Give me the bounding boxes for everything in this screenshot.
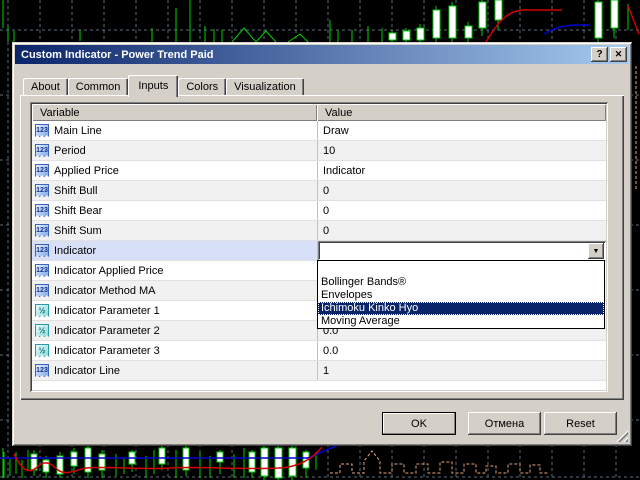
custom-indicator-dialog: Custom Indicator - Power Trend Paid ? ✕ … [12,42,632,446]
variable-label: Shift Sum [54,224,102,237]
table-row[interactable]: 123 Main Line Draw [32,121,606,141]
int-type-icon: 123 [35,264,49,277]
inputs-tab-panel: Variable Value 123 Main Line Draw 123 Peri… [20,95,624,400]
variable-label: Main Line [54,124,102,137]
variable-label: Indicator Line [54,364,121,377]
table-row[interactable]: 123 Applied Price Indicator [32,161,606,181]
dropdown-option-empty[interactable] [318,263,604,276]
titlebar[interactable]: Custom Indicator - Power Trend Paid ? ✕ [15,45,629,64]
indicator-dropdown-list: Bollinger Bands® Envelopes Ichimoku Kink… [317,260,605,329]
inputs-table: Variable Value 123 Main Line Draw 123 Peri… [30,102,608,392]
variable-label: Indicator Parameter 1 [54,304,160,317]
ok-button[interactable]: OK [382,412,456,435]
value-cell[interactable]: Indicator [317,161,606,180]
int-type-icon: 123 [35,184,49,197]
tab-inputs[interactable]: Inputs [128,75,179,97]
int-type-icon: 123 [35,284,49,297]
tab-visualization[interactable]: Visualization [226,78,304,95]
variable-label: Indicator [54,244,97,257]
dropdown-option-bollinger-bands[interactable]: Bollinger Bands® [318,276,604,289]
value-cell[interactable]: 0.0 [317,341,606,360]
help-button[interactable]: ? [591,47,608,62]
value-cell[interactable]: 0 [317,221,606,240]
variable-label: Shift Bear [54,204,103,217]
variable-label: Period [54,144,86,157]
dropdown-option-ichimoku-kinko-hyo[interactable]: Ichimoku Kinko Hyo [318,302,604,315]
table-header: Variable Value [32,104,606,121]
tab-colors[interactable]: Colors [178,78,227,95]
table-row[interactable]: 123 Shift Bear 0 [32,201,606,221]
tab-about[interactable]: About [23,78,68,95]
int-type-icon: 123 [35,124,49,137]
value-cell[interactable]: 0 [317,181,606,200]
table-row[interactable]: ½ Indicator Parameter 3 0.0 [32,341,606,361]
variable-label: Indicator Method MA [54,284,156,297]
int-type-icon: 123 [35,164,49,177]
value-cell[interactable]: Draw [317,121,606,140]
int-type-icon: 123 [35,224,49,237]
cancel-button[interactable]: Отмена [468,412,541,435]
tab-common[interactable]: Common [67,78,129,95]
int-type-icon: 123 [35,364,49,377]
value-cell[interactable]: 1 [317,361,606,380]
dropdown-option-moving-average[interactable]: Moving Average [318,315,604,328]
table-row[interactable]: 123 Shift Sum 0 [32,221,606,241]
variable-label: Indicator Applied Price [54,264,164,277]
int-type-icon: 123 [35,244,49,257]
double-type-icon: ½ [35,344,49,357]
variable-label: Indicator Parameter 3 [54,344,160,357]
close-button[interactable]: ✕ [610,47,627,62]
double-type-icon: ½ [35,324,49,337]
combobox-value [322,244,586,258]
tab-bar: About Common Inputs Colors Visualization [23,75,304,97]
indicator-combobox[interactable]: ▼ [318,241,606,260]
table-row-selected[interactable]: 123 Indicator ▼ [32,241,606,261]
value-cell[interactable]: 0 [317,201,606,220]
int-type-icon: 123 [35,204,49,217]
reset-button[interactable]: Reset [544,412,617,435]
value-cell[interactable]: 10 [317,141,606,160]
variable-label: Indicator Parameter 2 [54,324,160,337]
int-type-icon: 123 [35,144,49,157]
table-row[interactable]: 123 Indicator Line 1 [32,361,606,381]
variable-label: Applied Price [54,164,119,177]
column-header-variable: Variable [32,104,317,121]
dialog-title: Custom Indicator - Power Trend Paid [21,48,214,61]
table-row[interactable]: 123 Period 10 [32,141,606,161]
column-header-value: Value [317,104,606,121]
variable-label: Shift Bull [54,184,98,197]
double-type-icon: ½ [35,304,49,317]
dropdown-arrow-icon[interactable]: ▼ [588,243,604,259]
table-row[interactable]: 123 Shift Bull 0 [32,181,606,201]
dropdown-option-envelopes[interactable]: Envelopes [318,289,604,302]
